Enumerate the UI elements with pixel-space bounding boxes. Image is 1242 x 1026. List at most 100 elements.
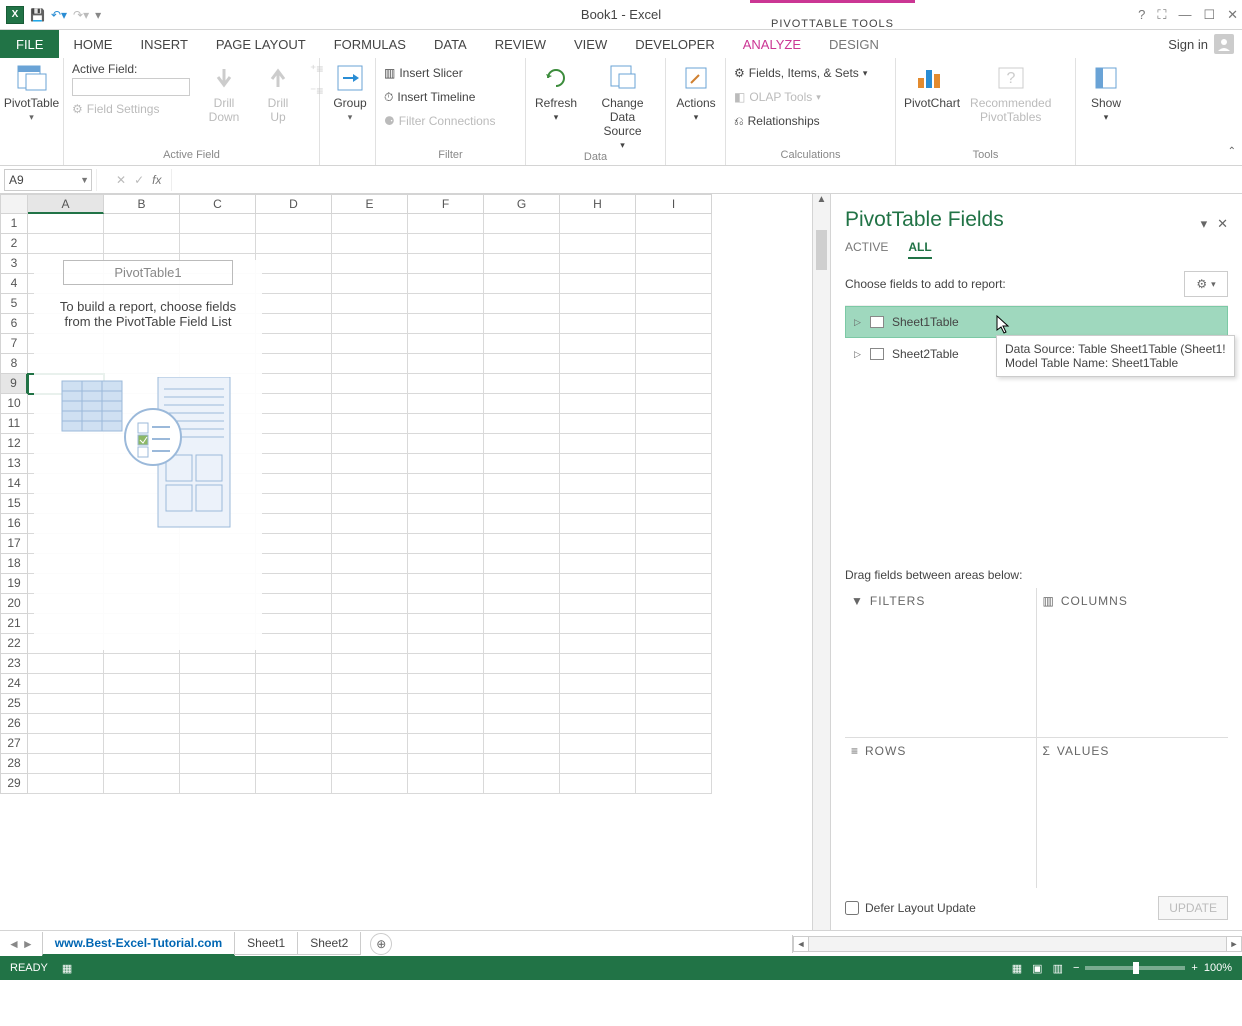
name-box[interactable]: A9▼ <box>4 169 92 191</box>
tab-data[interactable]: DATA <box>420 30 481 58</box>
cell[interactable] <box>256 434 332 454</box>
cell[interactable] <box>560 694 636 714</box>
cell[interactable] <box>560 314 636 334</box>
column-header[interactable]: G <box>484 194 560 214</box>
row-header[interactable]: 4 <box>0 274 28 294</box>
cell[interactable] <box>256 454 332 474</box>
column-header[interactable]: D <box>256 194 332 214</box>
cell[interactable] <box>256 754 332 774</box>
cell[interactable] <box>560 674 636 694</box>
row-header[interactable]: 3 <box>0 254 28 274</box>
cell[interactable] <box>408 594 484 614</box>
sheet-tab-tutorial[interactable]: www.Best-Excel-Tutorial.com <box>42 932 235 956</box>
cell[interactable] <box>332 654 408 674</box>
column-header[interactable]: C <box>180 194 256 214</box>
close-icon[interactable]: ✕ <box>1227 7 1238 23</box>
undo-icon[interactable]: ↶▾ <box>51 8 67 22</box>
cell[interactable] <box>484 234 560 254</box>
insert-timeline-button[interactable]: ⏱Insert Timeline <box>384 86 495 108</box>
cell[interactable] <box>332 234 408 254</box>
view-pagebreak-icon[interactable]: ▥ <box>1053 962 1063 975</box>
cell[interactable] <box>636 774 712 794</box>
row-header[interactable]: 17 <box>0 534 28 554</box>
cell[interactable] <box>408 374 484 394</box>
group-button[interactable]: Group▾ <box>328 62 372 123</box>
cell[interactable] <box>636 614 712 634</box>
cell[interactable] <box>484 614 560 634</box>
cell[interactable] <box>484 214 560 234</box>
cell[interactable] <box>256 414 332 434</box>
cell[interactable] <box>484 414 560 434</box>
cell[interactable] <box>104 774 180 794</box>
cell[interactable] <box>332 454 408 474</box>
cell[interactable] <box>332 634 408 654</box>
expand-icon[interactable]: ▷ <box>854 349 862 360</box>
cell[interactable] <box>332 294 408 314</box>
cell[interactable] <box>256 474 332 494</box>
select-all-corner[interactable] <box>0 194 28 214</box>
cell[interactable] <box>256 494 332 514</box>
cell[interactable] <box>560 254 636 274</box>
cell[interactable] <box>408 434 484 454</box>
cell[interactable] <box>408 694 484 714</box>
cell[interactable] <box>636 454 712 474</box>
column-header[interactable]: I <box>636 194 712 214</box>
cell[interactable] <box>256 654 332 674</box>
sheet-nav-prev-icon[interactable]: ◄ <box>8 937 20 951</box>
tab-design[interactable]: DESIGN <box>815 30 893 58</box>
cell[interactable] <box>256 234 332 254</box>
cell[interactable] <box>560 494 636 514</box>
cell[interactable] <box>332 314 408 334</box>
cell[interactable] <box>560 754 636 774</box>
cell[interactable] <box>560 734 636 754</box>
cell[interactable] <box>560 414 636 434</box>
cell[interactable] <box>104 714 180 734</box>
defer-layout-checkbox[interactable]: Defer Layout Update <box>845 901 976 915</box>
cell[interactable] <box>104 754 180 774</box>
drill-up-button[interactable]: Drill Up <box>256 62 300 124</box>
column-header[interactable]: F <box>408 194 484 214</box>
new-sheet-button[interactable]: ⊕ <box>370 933 392 955</box>
cell[interactable] <box>484 394 560 414</box>
row-header[interactable]: 12 <box>0 434 28 454</box>
row-header[interactable]: 20 <box>0 594 28 614</box>
row-header[interactable]: 1 <box>0 214 28 234</box>
scroll-left-icon[interactable]: ◄ <box>793 936 809 952</box>
scroll-up-icon[interactable]: ▲ <box>813 194 830 210</box>
cell[interactable] <box>256 374 332 394</box>
row-header[interactable]: 7 <box>0 334 28 354</box>
cell[interactable] <box>636 374 712 394</box>
refresh-button[interactable]: Refresh▾ <box>534 62 578 123</box>
cell[interactable] <box>408 674 484 694</box>
expand-icon[interactable]: ▷ <box>854 317 862 328</box>
file-tab[interactable]: FILE <box>0 30 59 58</box>
cell[interactable] <box>408 394 484 414</box>
cell[interactable] <box>332 334 408 354</box>
tab-insert[interactable]: INSERT <box>126 30 201 58</box>
enter-formula-icon[interactable]: ✓ <box>134 173 144 187</box>
row-header[interactable]: 28 <box>0 754 28 774</box>
row-header[interactable]: 27 <box>0 734 28 754</box>
cell[interactable] <box>180 214 256 234</box>
cell[interactable] <box>560 274 636 294</box>
cell[interactable] <box>636 474 712 494</box>
cell[interactable] <box>28 674 104 694</box>
cell[interactable] <box>256 214 332 234</box>
cell[interactable] <box>408 414 484 434</box>
tab-review[interactable]: REVIEW <box>481 30 560 58</box>
cell[interactable] <box>484 554 560 574</box>
cell[interactable] <box>636 294 712 314</box>
row-header[interactable]: 6 <box>0 314 28 334</box>
cell[interactable] <box>484 654 560 674</box>
pivotchart-button[interactable]: PivotChart <box>904 62 960 110</box>
cell[interactable] <box>332 434 408 454</box>
tab-formulas[interactable]: FORMULAS <box>320 30 420 58</box>
cell[interactable] <box>484 734 560 754</box>
cell[interactable] <box>484 374 560 394</box>
cell[interactable] <box>484 714 560 734</box>
cell[interactable] <box>256 774 332 794</box>
cell[interactable] <box>484 274 560 294</box>
cell[interactable] <box>256 514 332 534</box>
cell[interactable] <box>28 234 104 254</box>
row-header[interactable]: 23 <box>0 654 28 674</box>
